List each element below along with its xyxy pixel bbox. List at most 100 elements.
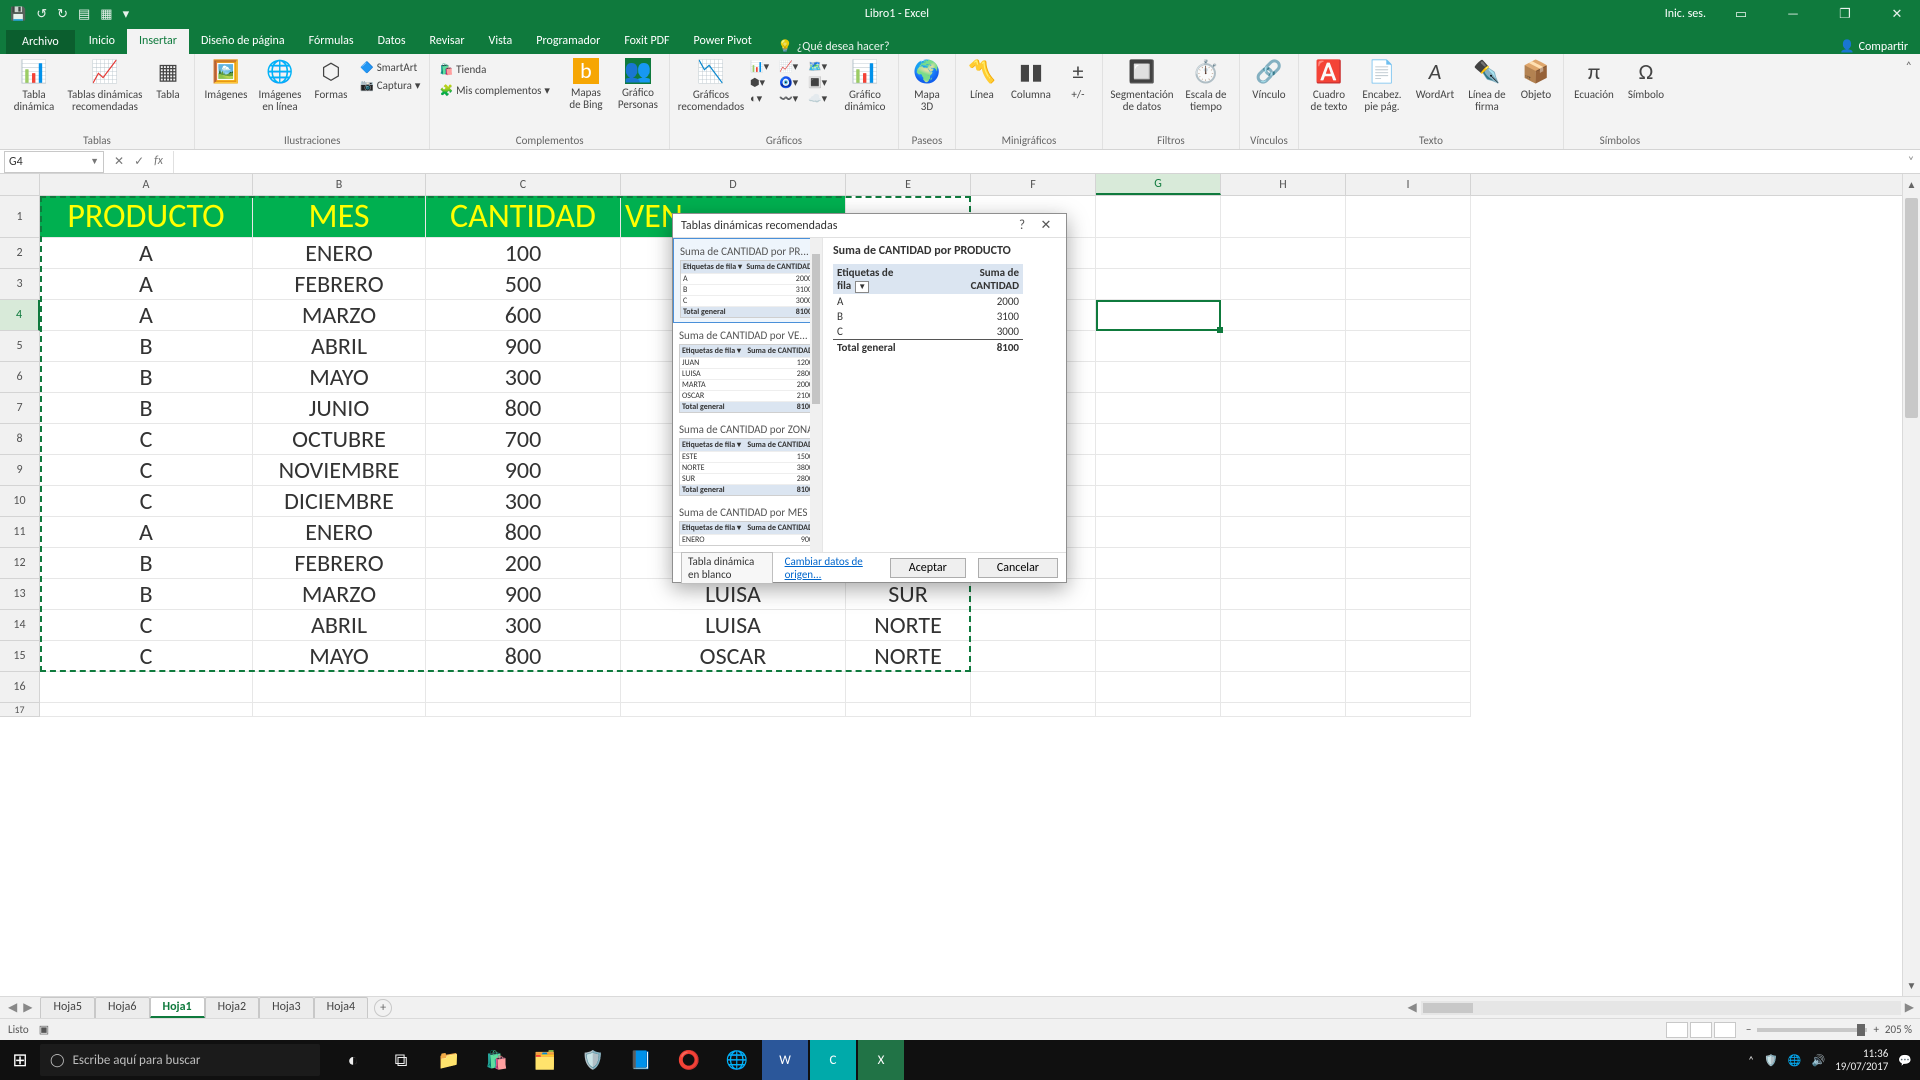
recommendation-item[interactable]: Suma de CANTIDAD por VE...Etiquetas de f…: [673, 323, 822, 417]
word-icon[interactable]: W: [762, 1040, 808, 1080]
sparkline-winloss-button[interactable]: ±+/-: [1060, 56, 1096, 101]
cell[interactable]: [40, 703, 253, 717]
sheet-nav-prev-icon[interactable]: ◀: [8, 1000, 17, 1015]
cell[interactable]: A: [40, 238, 253, 269]
cell[interactable]: [1346, 331, 1471, 362]
cell[interactable]: B: [40, 579, 253, 610]
tab-formulas[interactable]: Fórmulas: [297, 29, 366, 54]
chart-type-icon[interactable]: ◐▾: [750, 92, 776, 105]
symbol-button[interactable]: ΩSímbolo: [1622, 56, 1670, 101]
name-box[interactable]: G4▼: [4, 151, 104, 173]
tab-powerpivot[interactable]: Power Pivot: [682, 29, 764, 54]
cell[interactable]: [1221, 269, 1346, 300]
chart-type-icon[interactable]: 🧿▾: [779, 76, 805, 89]
cell[interactable]: NOVIEMBRE: [253, 455, 426, 486]
view-normal-button[interactable]: [1666, 1022, 1688, 1038]
cell[interactable]: LUISA: [621, 579, 846, 610]
images-button[interactable]: 🖼️Imágenes: [201, 56, 251, 101]
minimize-icon[interactable]: —: [1776, 7, 1810, 22]
expand-formula-bar-icon[interactable]: ˅: [1902, 155, 1920, 169]
close-icon[interactable]: ✕: [1880, 7, 1914, 22]
ok-button[interactable]: Aceptar: [890, 558, 966, 578]
column-header[interactable]: E: [846, 174, 971, 195]
row-header[interactable]: 8: [0, 424, 40, 455]
cell[interactable]: MARZO: [253, 300, 426, 331]
cell[interactable]: [1346, 238, 1471, 269]
cell[interactable]: B: [40, 393, 253, 424]
cell[interactable]: [426, 703, 621, 717]
tab-file[interactable]: Archivo: [6, 30, 75, 54]
cell[interactable]: ENERO: [253, 517, 426, 548]
row-header[interactable]: 15: [0, 641, 40, 672]
view-pagebreak-button[interactable]: [1714, 1022, 1736, 1038]
fill-handle[interactable]: [1217, 327, 1223, 333]
row-header[interactable]: 5: [0, 331, 40, 362]
column-header[interactable]: B: [253, 174, 426, 195]
cell[interactable]: MARZO: [253, 579, 426, 610]
cell[interactable]: [1096, 641, 1221, 672]
cell[interactable]: [846, 672, 971, 703]
cell[interactable]: [1221, 362, 1346, 393]
save-icon[interactable]: 💾: [10, 7, 26, 22]
my-addins-button[interactable]: 🧩 Mis complementos ▾: [436, 83, 553, 98]
column-header[interactable]: C: [426, 174, 621, 195]
chart-type-icon[interactable]: 🗺️▾: [808, 60, 834, 73]
tab-data[interactable]: Datos: [366, 29, 418, 54]
dialog-close-icon[interactable]: ✕: [1034, 218, 1058, 233]
cell[interactable]: [1221, 424, 1346, 455]
cell[interactable]: 500: [426, 269, 621, 300]
column-header[interactable]: D: [621, 174, 846, 195]
cell[interactable]: MAYO: [253, 362, 426, 393]
cell[interactable]: [1346, 196, 1471, 238]
signin-link[interactable]: Inic. ses.: [1665, 7, 1706, 21]
cell[interactable]: [1221, 196, 1346, 238]
row-header[interactable]: 14: [0, 610, 40, 641]
share-button[interactable]: 👤 Compartir: [1840, 39, 1908, 54]
cell[interactable]: PRODUCTO: [40, 196, 253, 238]
cell[interactable]: [1221, 610, 1346, 641]
pivot-table-button[interactable]: 📊Tabla dinámica: [6, 56, 62, 113]
qat-icon[interactable]: ▤: [78, 7, 90, 22]
chart-type-icon[interactable]: 🔳▾: [808, 76, 834, 89]
notifications-icon[interactable]: 💬: [1898, 1054, 1912, 1067]
cell[interactable]: 600: [426, 300, 621, 331]
app-icon[interactable]: 🗂️: [522, 1040, 568, 1080]
sheet-nav-next-icon[interactable]: ▶: [23, 1000, 32, 1015]
cell[interactable]: LUISA: [621, 610, 846, 641]
tab-programmer[interactable]: Programador: [524, 29, 612, 54]
chart-type-icon[interactable]: ⬢▾: [750, 76, 776, 89]
row-header[interactable]: 7: [0, 393, 40, 424]
cell[interactable]: 900: [426, 331, 621, 362]
chart-type-icon[interactable]: 📊▾: [750, 60, 776, 73]
row-header[interactable]: 13: [0, 579, 40, 610]
zoom-level[interactable]: 205 %: [1885, 1023, 1912, 1036]
horizontal-scrollbar[interactable]: ◀▶: [392, 1000, 1920, 1015]
vertical-scrollbar[interactable]: ▲▼: [1902, 174, 1920, 996]
tray-volume-icon[interactable]: 🔊: [1811, 1054, 1825, 1067]
chart-type-icon[interactable]: ☁️▾: [808, 92, 834, 105]
map3d-button[interactable]: 🌍Mapa 3D: [905, 56, 949, 113]
cell[interactable]: [971, 703, 1096, 717]
tray-network-icon[interactable]: 🌐: [1788, 1054, 1802, 1067]
cell[interactable]: NORTE: [846, 641, 971, 672]
explorer-icon[interactable]: 📁: [426, 1040, 472, 1080]
cell[interactable]: OSCAR: [621, 641, 846, 672]
sheet-tab[interactable]: Hoja1: [150, 997, 205, 1018]
cell[interactable]: C: [40, 641, 253, 672]
cell[interactable]: FEBRERO: [253, 548, 426, 579]
excel-icon[interactable]: X: [858, 1040, 904, 1080]
row-header[interactable]: 6: [0, 362, 40, 393]
row-header[interactable]: 17: [0, 703, 40, 717]
cell[interactable]: [1096, 579, 1221, 610]
cell[interactable]: [1221, 641, 1346, 672]
cell[interactable]: [1346, 393, 1471, 424]
cell[interactable]: ABRIL: [253, 331, 426, 362]
cell[interactable]: [1346, 548, 1471, 579]
maximize-icon[interactable]: ❐: [1828, 7, 1862, 22]
online-images-button[interactable]: 🌐Imágenes en línea: [255, 56, 305, 113]
store-button[interactable]: 🛍️ Tienda: [436, 62, 553, 77]
people-graph-button[interactable]: 👥Gráfico Personas: [613, 56, 663, 111]
cell[interactable]: [621, 672, 846, 703]
cell[interactable]: [1096, 672, 1221, 703]
cell[interactable]: [1096, 610, 1221, 641]
